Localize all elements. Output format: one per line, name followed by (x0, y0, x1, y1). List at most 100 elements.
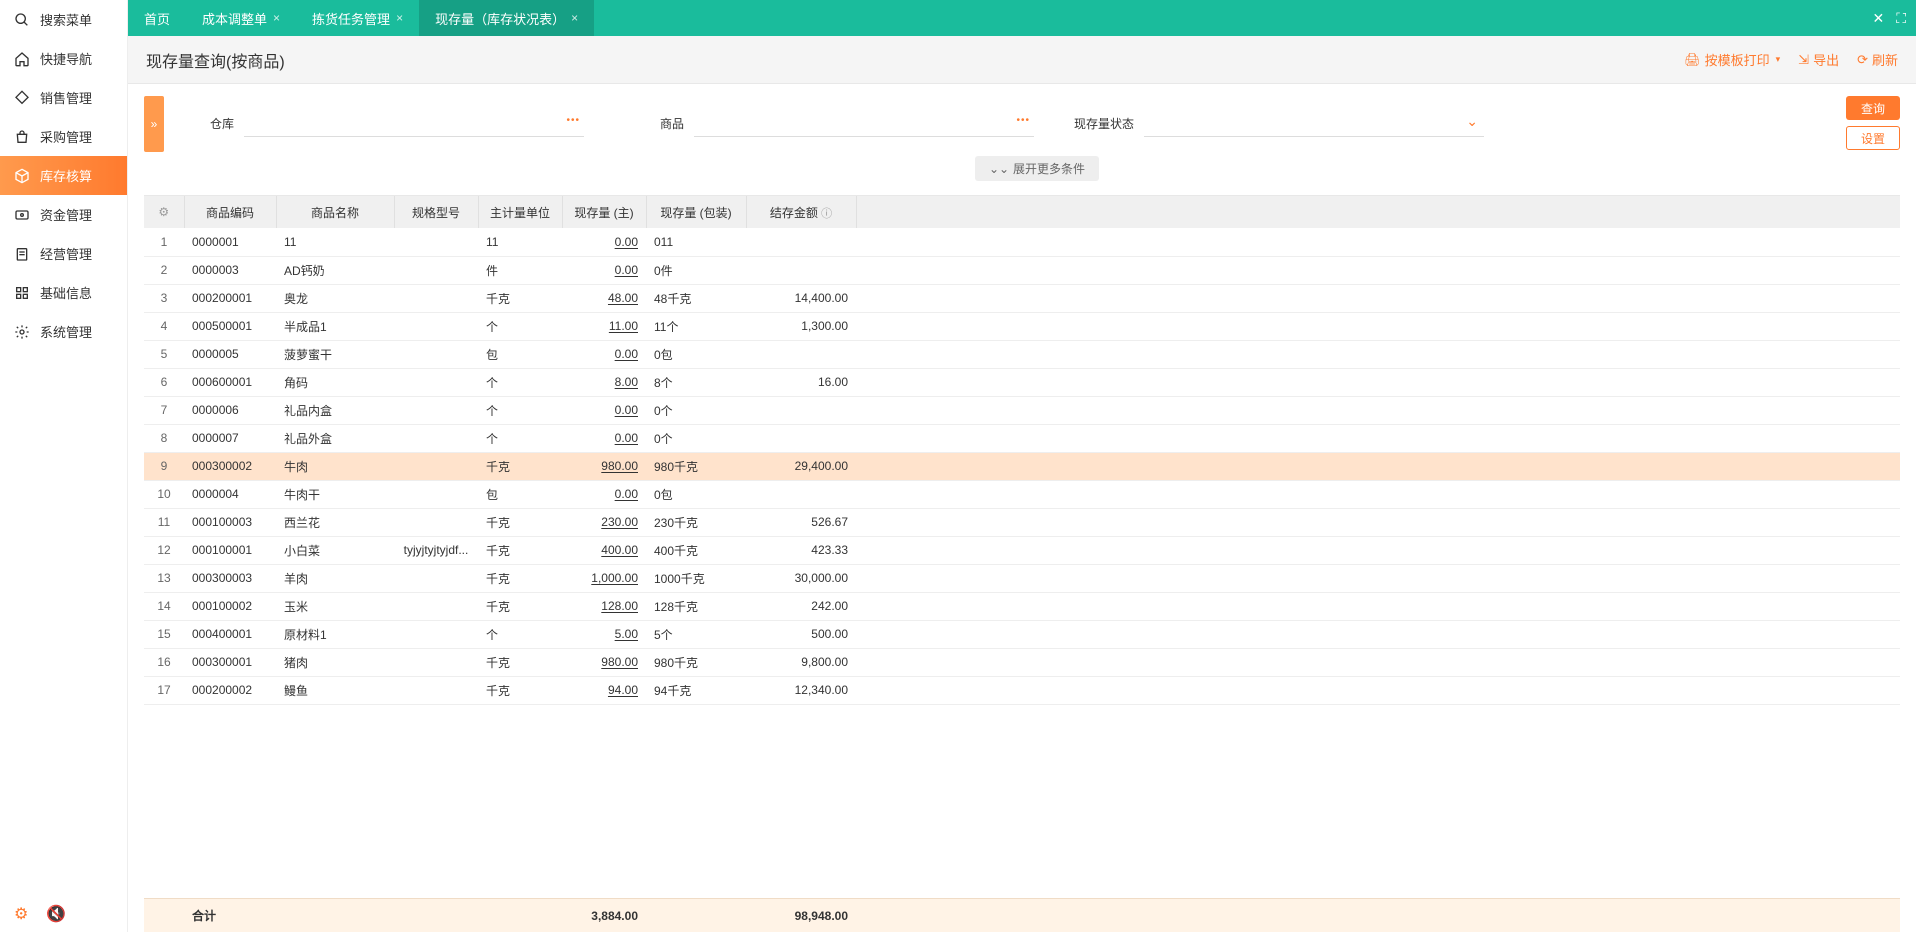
filter-settings-button[interactable]: 设置 (1846, 126, 1900, 150)
tab-3[interactable]: 现存量（库存状况表）× (419, 0, 594, 36)
cell-qty[interactable]: 230.00 (562, 508, 646, 536)
sidebar-item-4[interactable]: 库存核算 (0, 156, 127, 195)
table-row[interactable]: 14000100002玉米千克128.00128千克242.00 (144, 592, 1900, 620)
col-header-4[interactable]: 现存量 (主) (562, 196, 646, 228)
cell-qty[interactable]: 0.00 (562, 228, 646, 256)
refresh-action[interactable]: ⟳ 刷新 (1857, 50, 1898, 69)
cell-spec (394, 424, 478, 452)
table-row[interactable]: 1000000111110.00011 (144, 228, 1900, 256)
cell-qty[interactable]: 128.00 (562, 592, 646, 620)
money-icon (14, 207, 30, 223)
cell-unit: 个 (478, 368, 562, 396)
cell-spec (394, 676, 478, 704)
cell-code: 0000004 (184, 480, 276, 508)
sidebar-item-8[interactable]: 系统管理 (0, 312, 127, 351)
cell-qty[interactable]: 980.00 (562, 648, 646, 676)
row-index: 7 (144, 396, 184, 424)
row-index: 8 (144, 424, 184, 452)
settings-corner-icon[interactable]: ⚙ (14, 904, 28, 924)
table-row[interactable]: 6000600001角码个8.008个16.00 (144, 368, 1900, 396)
cell-qty[interactable]: 0.00 (562, 480, 646, 508)
cell-code: 000400001 (184, 620, 276, 648)
cell-name: AD钙奶 (276, 256, 394, 284)
cell-name: 礼品外盒 (276, 424, 394, 452)
help-icon[interactable]: ⓘ (821, 208, 832, 220)
cell-unit: 个 (478, 312, 562, 340)
col-header-2[interactable]: 规格型号 (394, 196, 478, 228)
cell-pkg: 48千克 (646, 284, 746, 312)
cell-qty[interactable]: 11.00 (562, 312, 646, 340)
table-row[interactable]: 100000004牛肉干包0.000包 (144, 480, 1900, 508)
col-header-6[interactable]: 结存金额 ⓘ (746, 196, 856, 228)
table-row[interactable]: 50000005菠萝蜜干包0.000包 (144, 340, 1900, 368)
cell-qty[interactable]: 0.00 (562, 424, 646, 452)
sidebar-item-5[interactable]: 资金管理 (0, 195, 127, 234)
table-row[interactable]: 70000006礼品内盒个0.000个 (144, 396, 1900, 424)
filter-collapse-button[interactable]: » (144, 96, 164, 152)
cell-spec (394, 564, 478, 592)
table-row[interactable]: 80000007礼品外盒个0.000个 (144, 424, 1900, 452)
cell-qty[interactable]: 1,000.00 (562, 564, 646, 592)
stock-status-select[interactable] (1144, 109, 1484, 137)
cell-unit: 千克 (478, 452, 562, 480)
cell-amt: 9,800.00 (746, 648, 856, 676)
search-icon (14, 12, 30, 28)
expand-filters-button[interactable]: ⌄⌄ 展开更多条件 (975, 156, 1099, 181)
gear-icon[interactable]: ⚙ (158, 205, 169, 219)
warehouse-input[interactable] (244, 109, 584, 137)
product-input[interactable] (694, 109, 1034, 137)
sidebar-item-1[interactable]: 快捷导航 (0, 39, 127, 78)
cell-qty[interactable]: 980.00 (562, 452, 646, 480)
tab-2[interactable]: 拣货任务管理× (296, 0, 419, 36)
table-row[interactable]: 3000200001奥龙千克48.0048千克14,400.00 (144, 284, 1900, 312)
sound-corner-icon[interactable]: 🔇 (46, 904, 66, 924)
table-row[interactable]: 4000500001半成品1个11.0011个1,300.00 (144, 312, 1900, 340)
sidebar-item-label: 资金管理 (40, 205, 92, 224)
cell-qty[interactable]: 8.00 (562, 368, 646, 396)
table-row[interactable]: 9000300002牛肉千克980.00980千克29,400.00 (144, 452, 1900, 480)
row-index: 11 (144, 508, 184, 536)
cell-qty[interactable]: 0.00 (562, 256, 646, 284)
table-row[interactable]: 11000100003西兰花千克230.00230千克526.67 (144, 508, 1900, 536)
cell-qty[interactable]: 400.00 (562, 536, 646, 564)
col-header-0[interactable]: 商品编码 (184, 196, 276, 228)
sidebar-item-6[interactable]: 经营管理 (0, 234, 127, 273)
col-header-5[interactable]: 现存量 (包装) (646, 196, 746, 228)
sidebar-item-2[interactable]: 销售管理 (0, 78, 127, 117)
cell-qty[interactable]: 48.00 (562, 284, 646, 312)
tabs-close-all-icon[interactable]: ✕ (1872, 10, 1884, 27)
cell-unit: 个 (478, 396, 562, 424)
sidebar-item-3[interactable]: 采购管理 (0, 117, 127, 156)
close-icon[interactable]: × (396, 11, 403, 25)
col-header-3[interactable]: 主计量单位 (478, 196, 562, 228)
cell-qty[interactable]: 5.00 (562, 620, 646, 648)
table-row[interactable]: 13000300003羊肉千克1,000.001000千克30,000.00 (144, 564, 1900, 592)
tab-0[interactable]: 首页 (128, 0, 186, 36)
export-action[interactable]: ⇲ 导出 (1798, 50, 1839, 69)
cell-pkg: 128千克 (646, 592, 746, 620)
sidebar-item-0[interactable]: 搜索菜单 (0, 0, 127, 39)
table-row[interactable]: 16000300001猪肉千克980.00980千克9,800.00 (144, 648, 1900, 676)
table-row[interactable]: 17000200002鳗鱼千克94.0094千克12,340.00 (144, 676, 1900, 704)
table-row[interactable]: 12000100001小白菜tyjyjtyjtyjdf...千克400.0040… (144, 536, 1900, 564)
close-icon[interactable]: × (571, 11, 578, 25)
query-button[interactable]: 查询 (1846, 96, 1900, 120)
close-icon[interactable]: × (273, 11, 280, 25)
cell-qty[interactable]: 0.00 (562, 340, 646, 368)
footer-total-label: 合计 (184, 907, 276, 924)
cell-name: 角码 (276, 368, 394, 396)
print-template-action[interactable]: 🖨 按模板打印 ▾ (1684, 50, 1780, 69)
table-row[interactable]: 20000003AD钙奶件0.000件 (144, 256, 1900, 284)
cell-pkg: 980千克 (646, 648, 746, 676)
col-header-1[interactable]: 商品名称 (276, 196, 394, 228)
cell-spec (394, 592, 478, 620)
cell-qty[interactable]: 0.00 (562, 396, 646, 424)
cell-spec (394, 480, 478, 508)
tab-1[interactable]: 成本调整单× (186, 0, 296, 36)
table-row[interactable]: 15000400001原材料1个5.005个500.00 (144, 620, 1900, 648)
sidebar-item-7[interactable]: 基础信息 (0, 273, 127, 312)
cell-code: 000300002 (184, 452, 276, 480)
cell-qty[interactable]: 94.00 (562, 676, 646, 704)
tabs-fullscreen-icon[interactable]: ⛶ (1896, 10, 1906, 27)
refresh-icon: ⟳ (1857, 52, 1868, 68)
